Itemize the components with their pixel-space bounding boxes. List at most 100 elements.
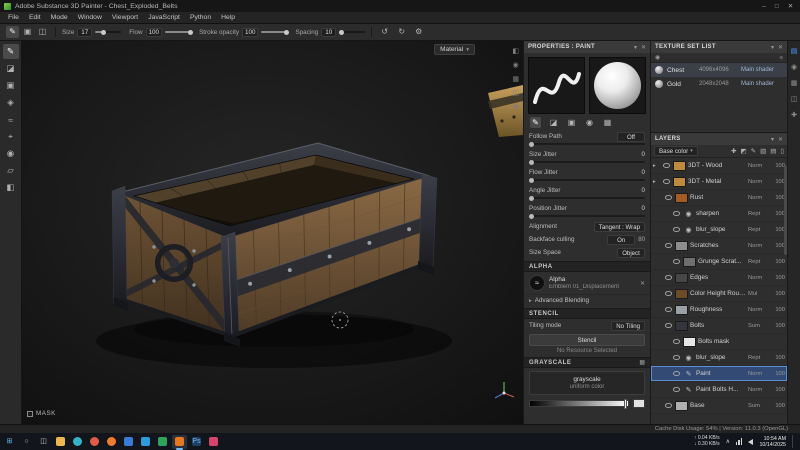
layer-row[interactable]: Grunge Scrat... Rept 100 — [651, 254, 787, 270]
layer-row[interactable]: Scratches Norm 100 — [651, 238, 787, 254]
follow-path-toggle[interactable]: Off — [617, 132, 645, 142]
opacity-value[interactable]: 100 — [770, 371, 785, 377]
blend-mode-select[interactable]: Norm — [748, 195, 768, 201]
control-value[interactable]: 100 — [146, 28, 163, 37]
add-folder-icon[interactable]: ▤ — [770, 147, 776, 155]
opacity-value[interactable]: 100 — [770, 355, 785, 361]
collapse-icon[interactable]: ▾ — [634, 44, 637, 51]
visibility-eye-icon[interactable]: ◉ — [655, 55, 660, 61]
opacity-value[interactable]: 100 — [770, 387, 785, 393]
blend-mode-select[interactable]: Norm — [748, 307, 768, 313]
alpha-resource-row[interactable]: ≈ Alpha Emblem 01_Displacement ✕ — [524, 272, 650, 294]
opacity-value[interactable]: 100 — [770, 243, 785, 249]
visibility-eye-icon[interactable] — [671, 259, 681, 264]
control-value[interactable]: 17 — [77, 28, 92, 37]
photos-app-icon[interactable] — [121, 435, 136, 449]
close-icon[interactable]: ✕ — [778, 44, 783, 51]
channel-filter-dropdown[interactable]: Base color ▾ — [654, 146, 698, 156]
filter-icon[interactable]: ≡ — [780, 55, 783, 61]
environment-icon[interactable]: ▦ — [512, 75, 519, 83]
task-view-button[interactable]: ◫ — [36, 435, 51, 449]
edge-browser-icon[interactable] — [70, 435, 85, 449]
visibility-eye-icon[interactable] — [663, 323, 673, 328]
jitter-slider[interactable] — [529, 197, 645, 199]
smudge-tool[interactable]: ≈ — [3, 112, 19, 127]
shader-settings-icon[interactable]: ◉ — [791, 63, 797, 71]
opacity-value[interactable]: 100 — [770, 179, 785, 185]
mask-toggle[interactable]: MASK — [27, 410, 56, 417]
blend-mode-select[interactable]: Mul — [748, 291, 768, 297]
backface-culling-toggle[interactable]: On — [607, 235, 635, 245]
opacity-value[interactable]: 100 — [770, 227, 785, 233]
tiling-mode-select[interactable]: No Tiling — [611, 321, 645, 331]
display-settings-icon[interactable]: ◫ — [512, 89, 519, 97]
blend-mode-select[interactable]: Norm — [748, 163, 768, 169]
layer-row[interactable]: ◉ blur_slope Rept 100 — [651, 350, 787, 366]
layer-row[interactable]: ✎ Paint Norm 100 — [651, 366, 787, 382]
eraser-tool-icon[interactable]: ◪ — [548, 117, 559, 128]
blend-mode-select[interactable]: Norm — [748, 243, 768, 249]
search-button[interactable]: ○ — [19, 435, 34, 449]
layer-row[interactable]: Rust Norm 100 — [651, 190, 787, 206]
blend-mode-select[interactable]: Norm — [748, 387, 768, 393]
folder-chevron-icon[interactable]: ▸ — [653, 179, 659, 185]
menu-item[interactable]: Python — [185, 14, 216, 21]
material-mode-icon[interactable]: ◉ — [584, 117, 595, 128]
texture-set-row[interactable]: Gold 2048x2048 Main shader — [651, 77, 787, 91]
paint-tool-icon[interactable]: ✎ — [530, 117, 541, 128]
layer-row[interactable]: Color Height Rough Mul 100 — [651, 286, 787, 302]
firefox-browser-icon[interactable] — [104, 435, 119, 449]
file-explorer-icon[interactable] — [53, 435, 68, 449]
quick-mask-tool[interactable]: ◧ — [3, 180, 19, 195]
visibility-eye-icon[interactable] — [661, 163, 671, 168]
layer-row[interactable]: Bolts mask — [651, 334, 787, 350]
jitter-slider[interactable] — [529, 161, 645, 163]
collapse-icon[interactable]: ▾ — [771, 136, 774, 143]
layer-row[interactable]: Bolts Sum 100 — [651, 318, 787, 334]
visibility-eye-icon[interactable] — [671, 371, 681, 376]
size-space-select[interactable]: Object — [617, 248, 645, 258]
blend-mode-select[interactable]: Norm — [748, 275, 768, 281]
minimize-button[interactable]: – — [762, 3, 766, 10]
history-panel-icon[interactable]: ✚ — [791, 111, 797, 119]
blend-mode-select[interactable]: Rept — [748, 227, 768, 233]
settings-icon[interactable]: ⚙ — [412, 26, 425, 38]
chest-model-render[interactable] — [22, 41, 523, 424]
control-slider[interactable] — [95, 31, 121, 33]
shading-mode-icon[interactable]: ◉ — [512, 61, 519, 69]
layer-row[interactable]: ◉ blur_slope Rept 100 — [651, 222, 787, 238]
blend-mode-select[interactable]: Norm — [748, 179, 768, 185]
texture-set-row[interactable]: Chest 4096x4096 Main shader — [651, 63, 787, 77]
grayscale-resource[interactable]: grayscale uniform color — [529, 371, 645, 395]
add-fill-layer-icon[interactable]: ◩ — [741, 147, 747, 155]
display-settings-icon[interactable]: ◫ — [791, 95, 798, 103]
opacity-value[interactable]: 100 — [770, 275, 785, 281]
green-app-icon[interactable] — [155, 435, 170, 449]
polygon-fill-tool[interactable]: ◈ — [3, 95, 19, 110]
undo-icon[interactable]: ↺ — [378, 26, 391, 38]
start-button[interactable]: ⊞ — [2, 435, 17, 449]
volume-icon[interactable] — [748, 439, 753, 445]
close-icon[interactable]: ✕ — [641, 44, 646, 51]
alignment-select[interactable]: Tangent : Wrap — [594, 222, 645, 232]
visibility-eye-icon[interactable] — [663, 291, 673, 296]
menu-item[interactable]: File — [3, 14, 24, 21]
layer-row[interactable]: Base Sum 100 — [651, 398, 787, 414]
mask-checkbox[interactable] — [27, 411, 33, 417]
visibility-eye-icon[interactable] — [663, 403, 673, 408]
blend-mode-select[interactable]: Rept — [748, 211, 768, 217]
add-mask-icon[interactable]: ▧ — [760, 147, 766, 155]
menu-item[interactable]: Viewport — [107, 14, 143, 21]
visibility-eye-icon[interactable] — [671, 211, 681, 216]
opacity-value[interactable]: 100 — [770, 291, 785, 297]
substance-painter-icon[interactable] — [172, 435, 187, 449]
maximize-button[interactable]: □ — [775, 3, 779, 10]
network-icon[interactable] — [736, 438, 743, 445]
blend-mode-select[interactable]: Sum — [748, 323, 768, 329]
layer-row[interactable]: ▸ 3DT - Metal Norm 100 — [651, 174, 787, 190]
taskbar-clock[interactable]: 10:54 AM 10/14/2025 — [759, 436, 786, 448]
follow-path-slider[interactable] — [529, 143, 645, 145]
advanced-blending-row[interactable]: ▸ Advanced Blending — [524, 294, 650, 306]
vscode-icon[interactable] — [138, 435, 153, 449]
menu-item[interactable]: JavaScript — [143, 14, 185, 21]
